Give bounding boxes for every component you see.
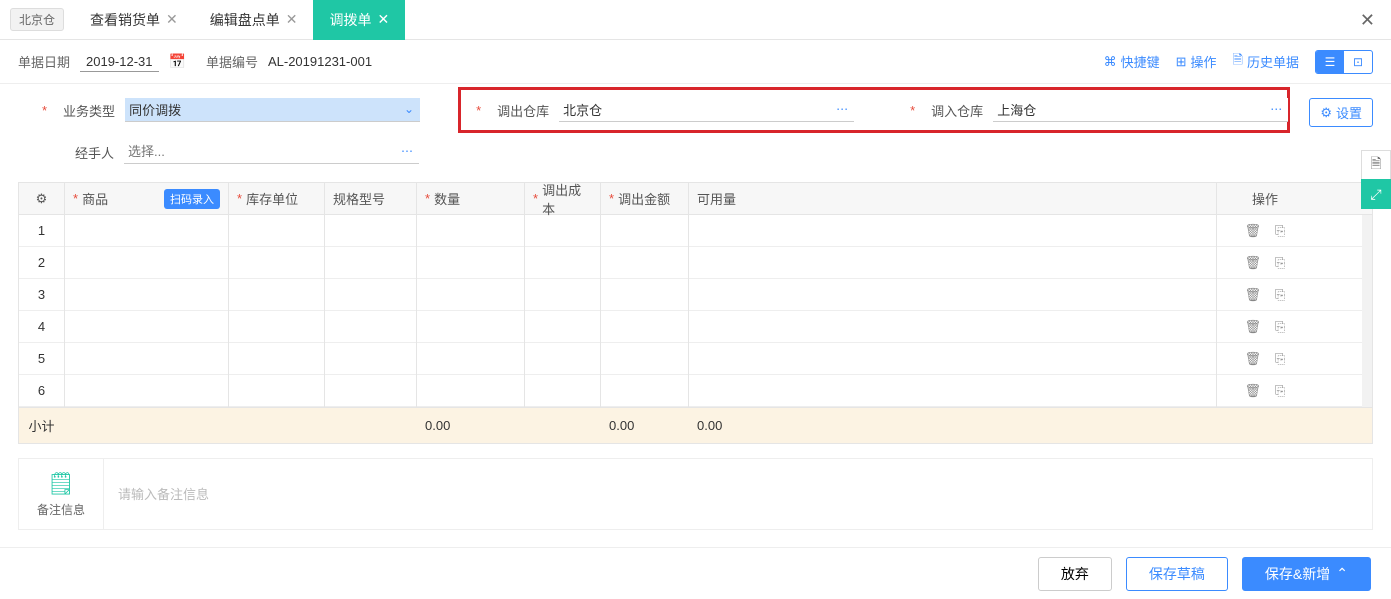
table-row[interactable]: 2🗑⎘ [19,247,1372,279]
copy-icon[interactable]: ⎘ [1275,255,1285,271]
table-row[interactable]: 1🗑⎘ [19,215,1372,247]
settings-button[interactable]: ⚙设置 [1309,98,1373,127]
notes-section: 🗒 备注信息 [19,459,104,529]
view-toggle: ☰ ⊡ [1315,50,1373,74]
close-icon[interactable]: ✕ [166,11,178,28]
view-card-button[interactable]: ⊡ [1344,51,1372,73]
biz-type-select[interactable] [125,98,420,122]
table-row[interactable]: 5🗑⎘ [19,343,1372,375]
history-button[interactable]: 🗎历史单据 [1233,51,1299,73]
shortcut-button[interactable]: ⌘快捷键 [1104,52,1160,71]
code-label: 单据编号 [206,52,258,71]
delete-icon[interactable]: 🗑 [1245,351,1262,367]
tabs: 查看销货单✕ 编辑盘点单✕ 调拨单✕ [74,0,1381,40]
subtotal-label: 小计 [19,410,65,442]
table-row[interactable]: 4🗑⎘ [19,311,1372,343]
in-wh-input[interactable] [993,98,1288,122]
side-tool-doc[interactable]: 🗎 [1361,150,1391,180]
table-row[interactable]: 3🗑⎘ [19,279,1372,311]
copy-icon[interactable]: ⎘ [1275,223,1285,239]
date-value[interactable]: 2019-12-31 [80,52,159,72]
discard-button[interactable]: 放弃 [1038,557,1112,591]
gear-header[interactable]: ⚙ [19,183,65,215]
doc-icon: 🗎 [1233,51,1243,73]
handler-input[interactable] [124,140,419,164]
grid-icon: ⊞ [1176,54,1187,70]
save-draft-button[interactable]: 保存草稿 [1126,557,1228,591]
out-wh-input[interactable] [559,98,854,122]
gear-icon: ⚙ [1320,105,1332,121]
more-icon[interactable]: ⋯ [836,102,848,116]
tab-transfer[interactable]: 调拨单✕ [313,0,405,40]
delete-icon[interactable]: 🗑 [1245,223,1262,239]
delete-icon[interactable]: 🗑 [1245,287,1262,303]
handler-label: 经手人 [50,143,114,162]
save-new-button[interactable]: 保存&新增⌃ [1242,557,1371,591]
keyboard-icon: ⌘ [1104,54,1117,70]
warehouse-badge[interactable]: 北京仓 [10,8,64,31]
view-list-button[interactable]: ☰ [1316,51,1344,73]
more-icon[interactable]: ⋯ [401,144,413,158]
copy-icon[interactable]: ⎘ [1275,319,1285,335]
scrollbar[interactable] [1362,215,1372,407]
close-icon[interactable]: ✕ [286,11,298,28]
out-wh-label: 调出仓库 [485,101,549,120]
chevron-down-icon[interactable]: ⌄ [404,102,414,116]
copy-icon[interactable]: ⎘ [1275,383,1285,399]
notes-input[interactable] [104,459,1372,529]
delete-icon[interactable]: 🗑 [1245,319,1262,335]
date-label: 单据日期 [18,52,70,71]
side-tool-expand[interactable]: ⤢ [1361,179,1391,209]
delete-icon[interactable]: 🗑 [1245,255,1262,271]
in-wh-label: 调入仓库 [919,101,983,120]
copy-icon[interactable]: ⎘ [1275,287,1285,303]
delete-icon[interactable]: 🗑 [1245,383,1262,399]
operate-button[interactable]: ⊞操作 [1176,52,1217,71]
chevron-up-icon: ⌃ [1336,565,1348,582]
calendar-icon[interactable]: 📅 [169,53,186,70]
biz-type-label: 业务类型 [51,101,115,120]
tab-view-sales[interactable]: 查看销货单✕ [74,0,194,40]
code-value: AL-20191231-001 [268,54,372,69]
close-icon[interactable]: ✕ [1360,10,1375,31]
more-icon[interactable]: ⋯ [1270,102,1282,116]
items-table: ⚙ *商品扫码录入 *库存单位 规格型号 *数量 *调出成本 *调出金额 可用量… [18,182,1373,444]
notes-icon: 🗒 [47,471,75,497]
copy-icon[interactable]: ⎘ [1275,351,1285,367]
table-row[interactable]: 6🗑⎘ [19,375,1372,407]
scan-button[interactable]: 扫码录入 [164,189,220,209]
tab-edit-inventory[interactable]: 编辑盘点单✕ [194,0,314,40]
close-icon[interactable]: ✕ [377,11,389,28]
